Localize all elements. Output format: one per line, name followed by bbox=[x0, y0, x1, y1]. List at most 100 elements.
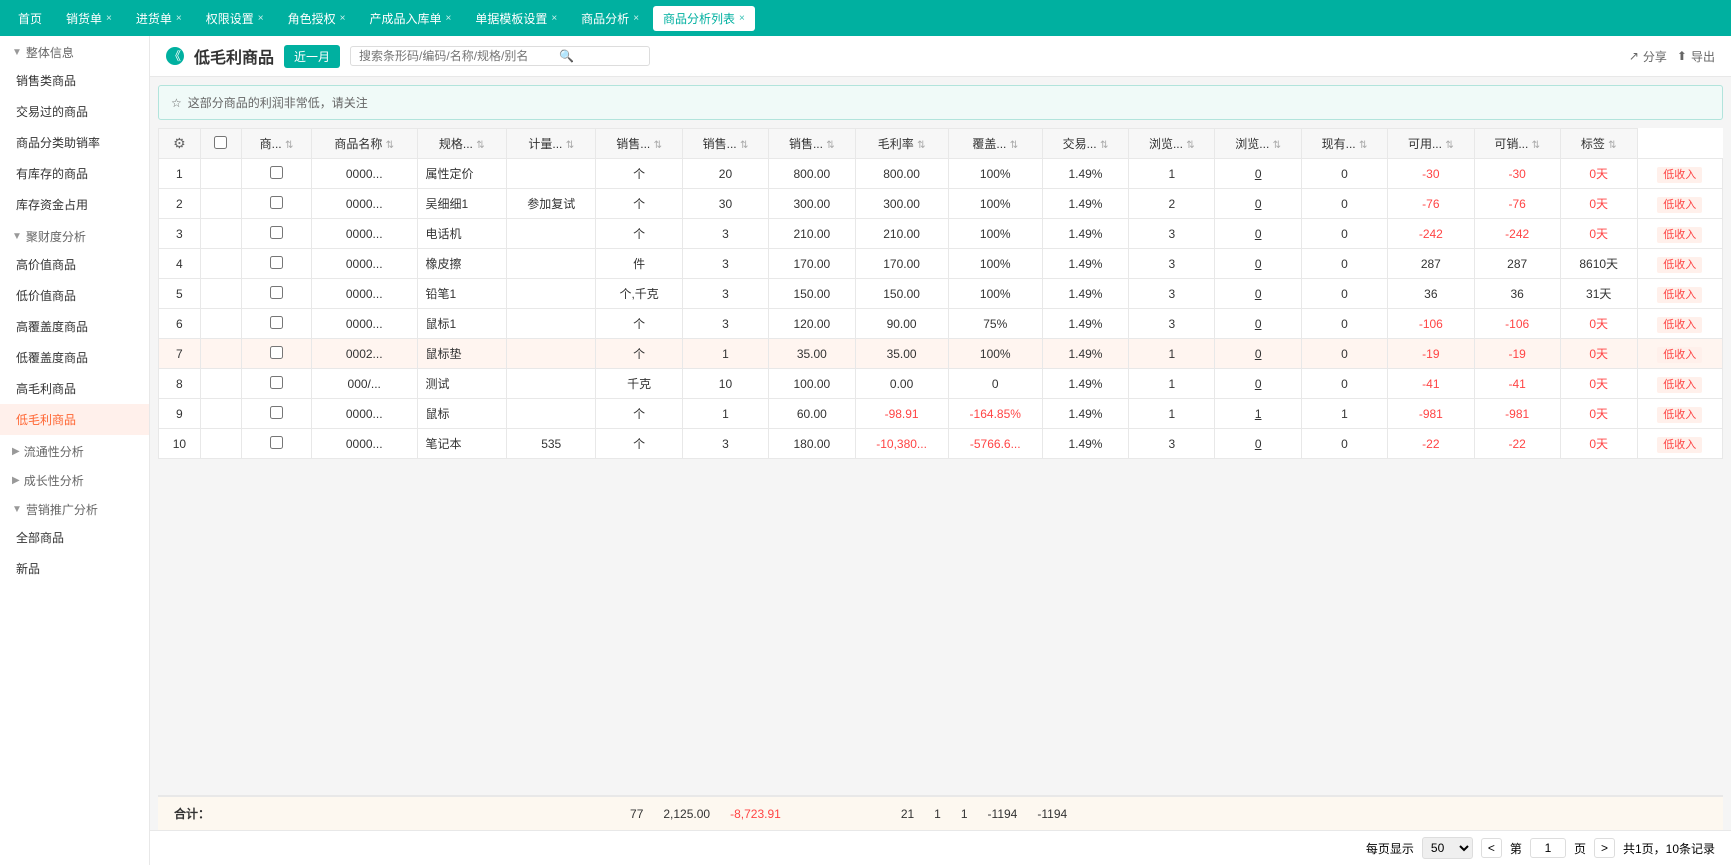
close-icon[interactable]: × bbox=[258, 13, 264, 24]
nav-product-analysis[interactable]: 商品分析 × bbox=[571, 6, 649, 31]
col-name[interactable]: 商品名称 ⇅ bbox=[311, 129, 417, 159]
col-sales-qty[interactable]: 销售... ⇅ bbox=[596, 129, 682, 159]
row-checkbox-cell bbox=[242, 369, 312, 399]
nav-template-settings[interactable]: 单据模板设置 × bbox=[465, 6, 567, 31]
close-icon[interactable]: × bbox=[106, 13, 112, 24]
sidebar-item-sales-products[interactable]: 销售类商品 bbox=[0, 65, 149, 96]
row-view1[interactable]: 0 bbox=[1215, 189, 1301, 219]
col-unit[interactable]: 计量... ⇅ bbox=[506, 129, 595, 159]
row-sales-qty: 3 bbox=[682, 429, 768, 459]
row-name: 测试 bbox=[417, 369, 506, 399]
row-view1[interactable]: 0 bbox=[1215, 219, 1301, 249]
nav-purchase-order[interactable]: 进货单 × bbox=[126, 6, 192, 31]
row-checkbox[interactable] bbox=[270, 376, 283, 389]
row-gross-margin: -5766.6... bbox=[948, 429, 1042, 459]
row-view1[interactable]: 0 bbox=[1215, 159, 1301, 189]
row-checkbox[interactable] bbox=[270, 436, 283, 449]
col-sales-profit[interactable]: 销售... ⇅ bbox=[769, 129, 855, 159]
row-view1[interactable]: 0 bbox=[1215, 309, 1301, 339]
page-number-input[interactable] bbox=[1530, 838, 1566, 858]
row-sellable-stock: 8610天 bbox=[1560, 249, 1637, 279]
row-tag: 低收入 bbox=[1637, 399, 1722, 429]
table-row: 4 0000... 橡皮擦 件 3 170.00 170.00 100% 1.4… bbox=[159, 249, 1723, 279]
col-trade-count[interactable]: 交易... ⇅ bbox=[1042, 129, 1128, 159]
close-icon[interactable]: × bbox=[340, 13, 346, 24]
sidebar-item-low-coverage[interactable]: 低覆盖度商品 bbox=[0, 342, 149, 373]
col-coverage[interactable]: 覆盖... ⇅ bbox=[948, 129, 1042, 159]
close-icon[interactable]: × bbox=[739, 13, 745, 24]
col-available-stock[interactable]: 可用... ⇅ bbox=[1388, 129, 1474, 159]
col-sales-amount[interactable]: 销售... ⇅ bbox=[682, 129, 768, 159]
col-gross-margin[interactable]: 毛利率 ⇅ bbox=[855, 129, 948, 159]
prev-page-button[interactable]: < bbox=[1481, 838, 1502, 858]
row-checkbox[interactable] bbox=[270, 286, 283, 299]
nav-sales-order[interactable]: 销货单 × bbox=[56, 6, 122, 31]
nav-home[interactable]: 首页 bbox=[8, 6, 52, 31]
row-available-stock: -30 bbox=[1474, 159, 1560, 189]
col-tag[interactable]: 标签 ⇅ bbox=[1560, 129, 1637, 159]
sidebar-item-high-margin[interactable]: 高毛利商品 bbox=[0, 373, 149, 404]
row-available-stock: -41 bbox=[1474, 369, 1560, 399]
col-sellable-stock[interactable]: 可销... ⇅ bbox=[1474, 129, 1560, 159]
col-settings[interactable]: ⚙ bbox=[159, 129, 201, 159]
sidebar-item-all-products[interactable]: 全部商品 bbox=[0, 522, 149, 553]
row-view1[interactable]: 0 bbox=[1215, 369, 1301, 399]
col-code[interactable]: 商... ⇅ bbox=[242, 129, 312, 159]
row-checkbox[interactable] bbox=[270, 346, 283, 359]
row-view1[interactable]: 1 bbox=[1215, 399, 1301, 429]
row-checkbox[interactable] bbox=[270, 226, 283, 239]
time-filter-button[interactable]: 近一月 bbox=[284, 45, 340, 68]
nav-role-auth[interactable]: 角色授权 × bbox=[278, 6, 356, 31]
sidebar-item-traded-products[interactable]: 交易过的商品 bbox=[0, 96, 149, 127]
sidebar-item-low-value[interactable]: 低价值商品 bbox=[0, 280, 149, 311]
nav-product-analysis-list[interactable]: 商品分析列表 × bbox=[653, 6, 755, 31]
select-all-checkbox[interactable] bbox=[214, 136, 227, 149]
row-checkbox[interactable] bbox=[270, 316, 283, 329]
row-unit: 个,千克 bbox=[596, 279, 682, 309]
sidebar-collapse-button[interactable]: 《 bbox=[166, 47, 184, 65]
search-icon[interactable]: 🔍 bbox=[559, 49, 574, 63]
export-button[interactable]: ⬆ 导出 bbox=[1677, 48, 1715, 65]
close-icon[interactable]: × bbox=[551, 13, 557, 24]
close-icon[interactable]: × bbox=[445, 13, 451, 24]
section-circulation-analysis[interactable]: ▶ 流通性分析 bbox=[0, 435, 149, 464]
row-view1[interactable]: 0 bbox=[1215, 429, 1301, 459]
gear-icon[interactable]: ⚙ bbox=[173, 135, 186, 151]
col-current-stock[interactable]: 现有... ⇅ bbox=[1301, 129, 1387, 159]
share-button[interactable]: ↗ 分享 bbox=[1629, 48, 1667, 65]
section-marketing-analysis: ▼ 营销推广分析 bbox=[0, 493, 149, 522]
next-page-button[interactable]: > bbox=[1594, 838, 1615, 858]
row-checkbox[interactable] bbox=[270, 256, 283, 269]
row-tag: 低收入 bbox=[1637, 429, 1722, 459]
sidebar-item-category-rate[interactable]: 商品分类助销率 bbox=[0, 127, 149, 158]
sidebar-item-stocked-products[interactable]: 有库存的商品 bbox=[0, 158, 149, 189]
row-available-stock: 36 bbox=[1474, 279, 1560, 309]
section-growth-analysis[interactable]: ▶ 成长性分析 bbox=[0, 464, 149, 493]
sidebar-item-high-coverage[interactable]: 高覆盖度商品 bbox=[0, 311, 149, 342]
col-view1[interactable]: 浏览... ⇅ bbox=[1129, 129, 1215, 159]
row-checkbox[interactable] bbox=[270, 196, 283, 209]
row-checkbox[interactable] bbox=[270, 166, 283, 179]
row-checkbox[interactable] bbox=[270, 406, 283, 419]
col-view2[interactable]: 浏览... ⇅ bbox=[1215, 129, 1301, 159]
row-view1[interactable]: 0 bbox=[1215, 249, 1301, 279]
per-page-select[interactable]: 50 20 100 bbox=[1422, 837, 1473, 859]
close-icon[interactable]: × bbox=[633, 13, 639, 24]
close-icon[interactable]: × bbox=[176, 13, 182, 24]
search-input[interactable] bbox=[359, 49, 559, 63]
row-sales-qty: 10 bbox=[682, 369, 768, 399]
col-spec[interactable]: 规格... ⇅ bbox=[417, 129, 506, 159]
sidebar-item-new-products[interactable]: 新品 bbox=[0, 553, 149, 584]
row-view1[interactable]: 0 bbox=[1215, 339, 1301, 369]
row-view1[interactable]: 0 bbox=[1215, 279, 1301, 309]
sidebar-item-high-value[interactable]: 高价值商品 bbox=[0, 249, 149, 280]
row-coverage: 1.49% bbox=[1042, 429, 1128, 459]
totals-view2: 1 bbox=[961, 807, 968, 821]
sidebar-item-low-margin[interactable]: 低毛利商品 bbox=[0, 404, 149, 435]
row-settings-cell bbox=[200, 429, 241, 459]
sidebar-item-stock-capital[interactable]: 库存资金占用 bbox=[0, 189, 149, 220]
row-sales-profit: 170.00 bbox=[855, 249, 948, 279]
nav-permission-settings[interactable]: 权限设置 × bbox=[196, 6, 274, 31]
row-unit: 个 bbox=[596, 189, 682, 219]
nav-product-entry[interactable]: 产成品入库单 × bbox=[359, 6, 461, 31]
